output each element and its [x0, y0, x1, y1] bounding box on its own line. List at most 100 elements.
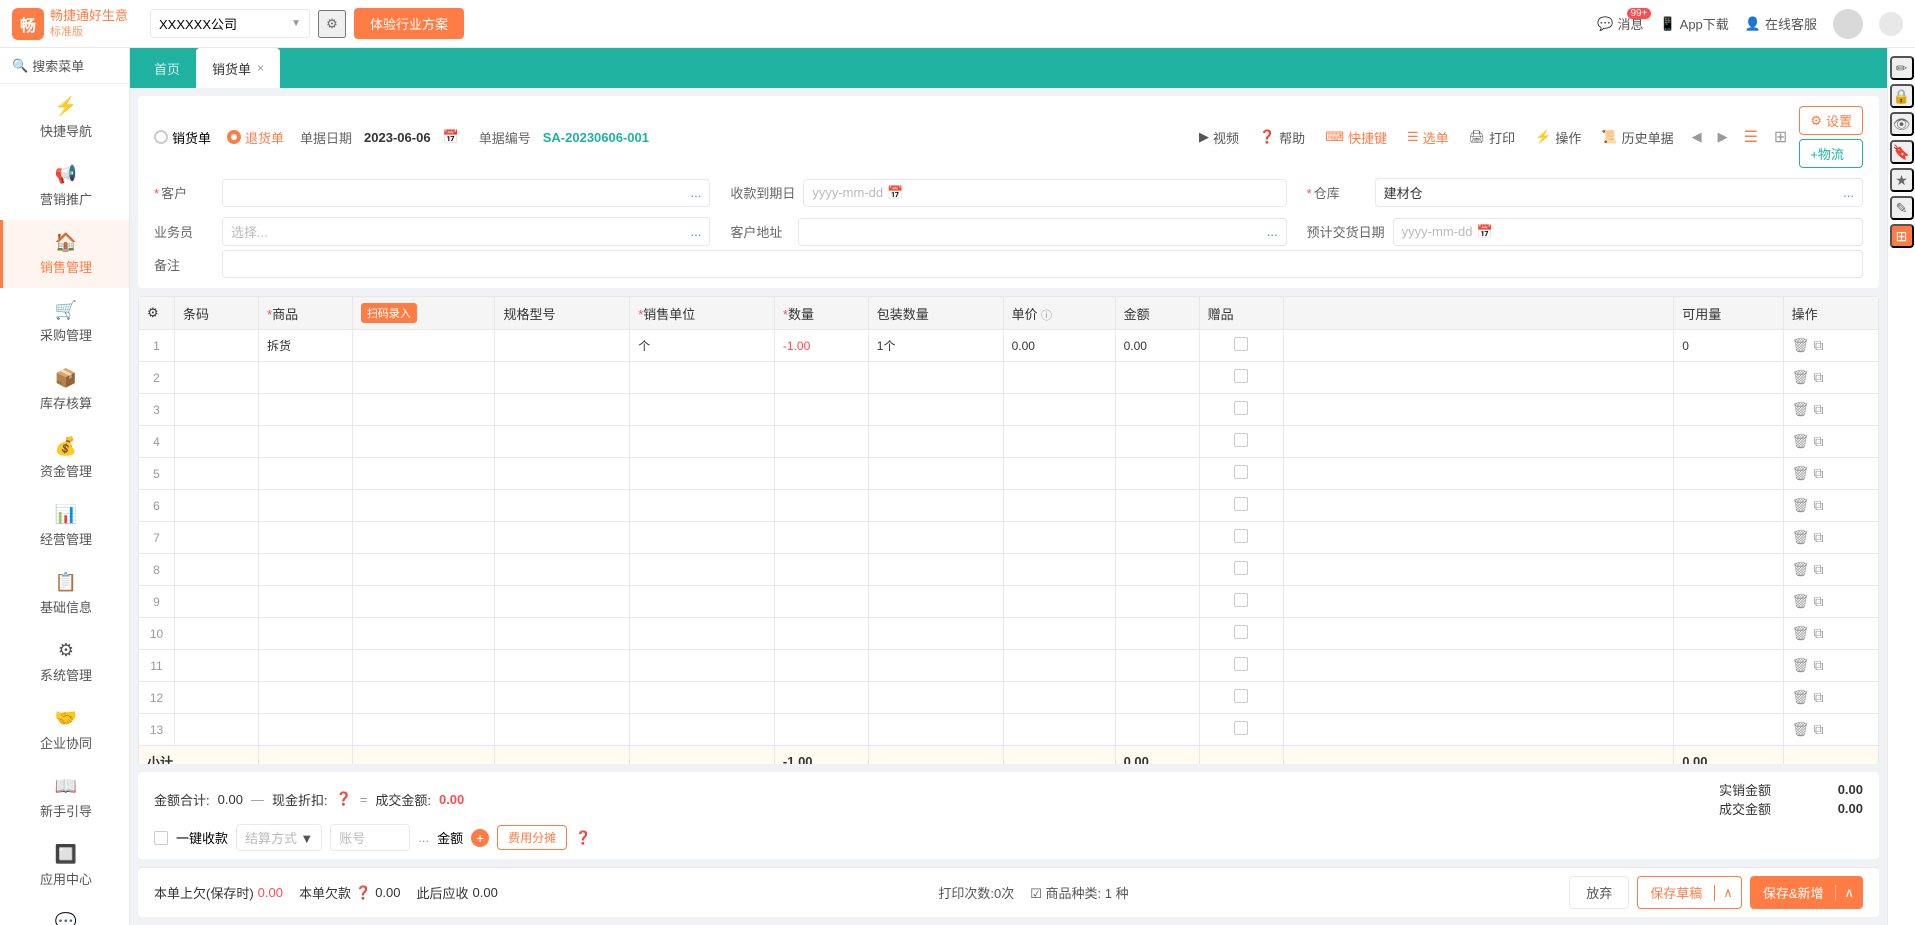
cell-unit[interactable] [630, 554, 775, 586]
sidebar-item-system[interactable]: ⚙ 系统管理 [0, 628, 129, 696]
cell-spec[interactable] [495, 394, 630, 426]
sidebar-item-sales[interactable]: 🏠 销售管理 [0, 220, 129, 288]
cell-spec[interactable] [495, 618, 630, 650]
cell-price[interactable] [1003, 394, 1115, 426]
cell-qty[interactable] [774, 650, 868, 682]
due-date-calendar-icon[interactable]: 📅 [887, 185, 903, 201]
cell-unit[interactable] [630, 458, 775, 490]
cell-barcode[interactable] [175, 522, 259, 554]
help-btn[interactable]: ❓ 帮助 [1253, 126, 1311, 149]
cell-spec[interactable] [495, 650, 630, 682]
save-draft-btn[interactable]: 保存草稿 ∧ [1637, 876, 1742, 909]
cell-qty[interactable] [774, 554, 868, 586]
copy-icon[interactable]: ⧉ [1813, 657, 1823, 674]
sidebar-item-marketing[interactable]: 📢 营销推广 [0, 152, 129, 220]
cell-spec[interactable] [495, 458, 630, 490]
cell-price[interactable] [1003, 362, 1115, 394]
sidebar-item-inventory[interactable]: 📦 库存核算 [0, 356, 129, 424]
salesperson-input[interactable]: 选择... ... [222, 217, 710, 246]
cell-barcode[interactable] [175, 586, 259, 618]
cell-spec[interactable] [495, 490, 630, 522]
tab-home[interactable]: 首页 [138, 48, 196, 88]
online-service-btn[interactable]: 👤 在线客服 [1745, 14, 1817, 33]
cell-barcode[interactable] [175, 650, 259, 682]
cell-barcode[interactable] [175, 554, 259, 586]
cell-unit[interactable] [630, 618, 775, 650]
cell-pkg-qty[interactable]: 1个 [868, 330, 1003, 362]
delete-icon[interactable]: 🗑 [1792, 593, 1810, 610]
copy-icon[interactable]: ⧉ [1813, 561, 1823, 578]
cell-gift[interactable] [1199, 362, 1283, 394]
th-settings[interactable]: ⚙ [139, 297, 175, 330]
cell-product[interactable] [259, 554, 353, 586]
customer-dots[interactable]: ... [690, 185, 701, 200]
cell-price[interactable] [1003, 714, 1115, 746]
scan-btn[interactable]: 扫码录入 [361, 303, 417, 323]
delete-icon[interactable]: 🗑 [1792, 465, 1810, 482]
cell-pkg-qty[interactable] [868, 394, 1003, 426]
cell-amount[interactable] [1115, 554, 1199, 586]
tab-close-icon[interactable]: × [257, 61, 264, 75]
nav-next-btn[interactable]: ▶ [1714, 127, 1732, 147]
delete-icon[interactable]: 🗑 [1792, 529, 1810, 546]
cell-price[interactable] [1003, 586, 1115, 618]
payment-dots[interactable]: ... [418, 830, 429, 845]
cell-unit[interactable] [630, 426, 775, 458]
right-tool-star[interactable]: ★ [1890, 168, 1914, 192]
cell-pkg-qty[interactable] [868, 490, 1003, 522]
cell-barcode[interactable] [175, 330, 259, 362]
delete-icon[interactable]: 🗑 [1792, 433, 1810, 450]
cell-amount[interactable] [1115, 490, 1199, 522]
delete-icon[interactable]: 🗑 [1792, 657, 1810, 674]
cell-product[interactable] [259, 682, 353, 714]
remarks-input[interactable] [222, 250, 1863, 278]
cell-amount[interactable] [1115, 682, 1199, 714]
cell-unit[interactable] [630, 490, 775, 522]
cell-barcode[interactable] [175, 458, 259, 490]
sidebar-item-wechat[interactable]: 💬 企业微信 [0, 900, 129, 925]
cell-gift[interactable] [1199, 650, 1283, 682]
cell-unit[interactable] [630, 586, 775, 618]
cell-qty[interactable] [774, 394, 868, 426]
right-tool-bookmark[interactable]: 🔖 [1890, 140, 1914, 164]
cell-gift[interactable] [1199, 426, 1283, 458]
copy-icon[interactable]: ⧉ [1813, 721, 1823, 738]
cell-gift[interactable] [1199, 554, 1283, 586]
customer-addr-dots[interactable]: ... [1267, 224, 1278, 239]
cell-amount[interactable] [1115, 586, 1199, 618]
action-btn[interactable]: ⚡ 操作 [1529, 126, 1587, 149]
history-btn[interactable]: 📜 历史单据 [1595, 126, 1679, 149]
copy-icon[interactable]: ⧉ [1813, 689, 1823, 706]
payment-account-select[interactable]: 账号 [330, 824, 410, 851]
calendar-icon[interactable]: 📅 [443, 129, 459, 145]
cell-amount[interactable] [1115, 618, 1199, 650]
cell-product[interactable] [259, 650, 353, 682]
cell-spec[interactable] [495, 554, 630, 586]
cell-product[interactable] [259, 458, 353, 490]
copy-icon[interactable]: ⧉ [1813, 337, 1823, 354]
cell-qty[interactable] [774, 714, 868, 746]
cell-pkg-qty[interactable] [868, 458, 1003, 490]
cell-pkg-qty[interactable] [868, 426, 1003, 458]
cell-spec[interactable] [495, 714, 630, 746]
cell-gift[interactable] [1199, 458, 1283, 490]
copy-icon[interactable]: ⧉ [1813, 465, 1823, 482]
sidebar-item-guide[interactable]: 📖 新手引导 [0, 764, 129, 832]
cell-product[interactable]: 拆货 [259, 330, 353, 362]
cell-pkg-qty[interactable] [868, 650, 1003, 682]
cell-spec[interactable] [495, 362, 630, 394]
question-icon[interactable]: ❓ [336, 791, 352, 807]
radio-return[interactable]: 退货单 [227, 128, 284, 147]
cell-gift[interactable] [1199, 522, 1283, 554]
delete-icon[interactable]: 🗑 [1792, 369, 1810, 386]
save-new-arrow-icon[interactable]: ∧ [1835, 885, 1862, 901]
sidebar-item-quick-nav[interactable]: ⚡ 快捷导航 [0, 84, 129, 152]
cell-price[interactable] [1003, 618, 1115, 650]
settings-icon-btn[interactable]: ⚙ [318, 10, 346, 38]
cell-barcode[interactable] [175, 490, 259, 522]
warehouse-input[interactable]: 建材仓 ... [1375, 178, 1863, 207]
delete-icon[interactable]: 🗑 [1792, 625, 1810, 642]
shortcut-btn[interactable]: ⌨ 快捷键 [1319, 126, 1393, 149]
cell-product[interactable] [259, 362, 353, 394]
cell-pkg-qty[interactable] [868, 554, 1003, 586]
